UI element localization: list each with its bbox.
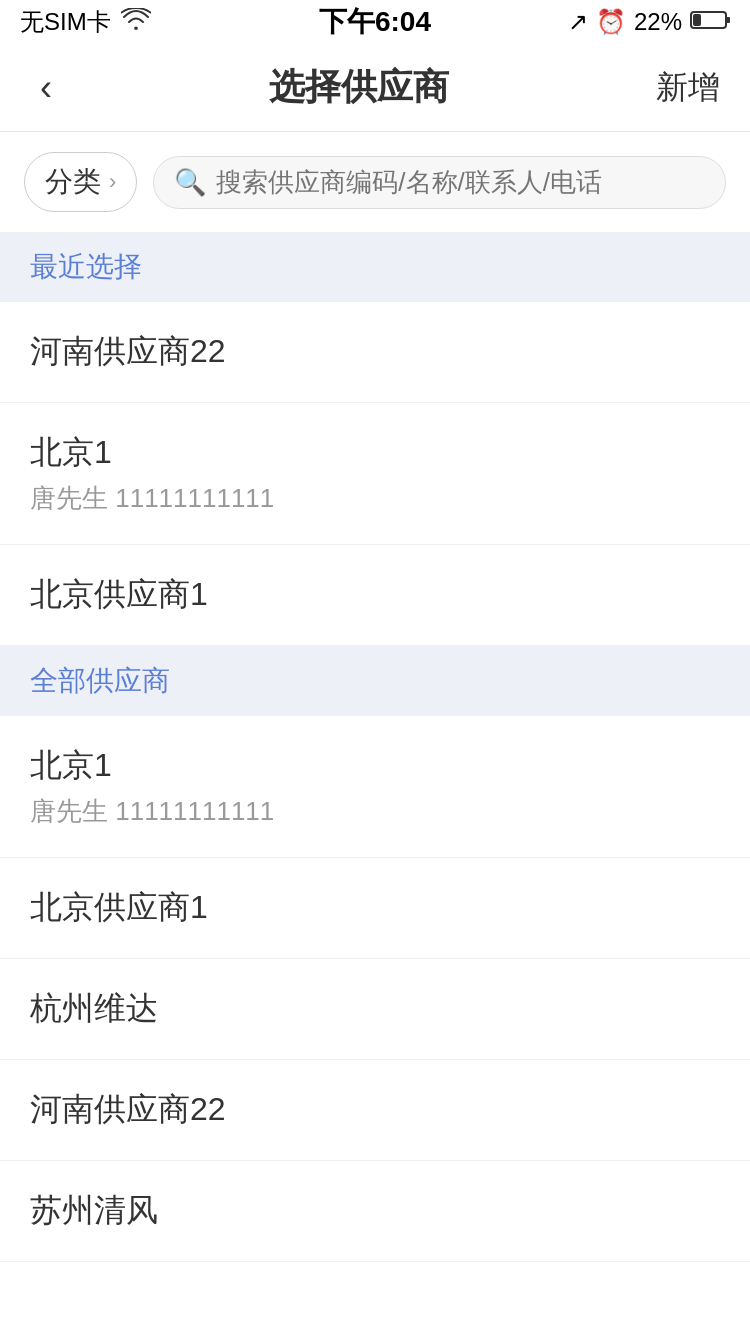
item-sub: 唐先生 11111111111 <box>30 794 720 829</box>
item-name: 北京供应商1 <box>30 573 720 617</box>
list-item[interactable]: 苏州清风 <box>0 1161 750 1262</box>
status-right: ↗ ⏰ 22% <box>568 8 730 36</box>
list-item[interactable]: 北京1 唐先生 11111111111 <box>0 716 750 858</box>
list-item[interactable]: 北京1 唐先生 11111111111 <box>0 403 750 545</box>
list-item[interactable]: 河南供应商22 <box>0 1060 750 1161</box>
item-name: 苏州清风 <box>30 1189 720 1233</box>
category-button[interactable]: 分类 › <box>24 152 137 212</box>
status-time: 下午6:04 <box>319 3 431 41</box>
status-bar: 无SIM卡 下午6:04 ↗ ⏰ 22% <box>0 0 750 44</box>
svg-rect-1 <box>726 17 730 23</box>
sim-status: 无SIM卡 <box>20 6 111 38</box>
item-name: 河南供应商22 <box>30 330 720 374</box>
chevron-right-icon: › <box>109 169 116 195</box>
svg-rect-2 <box>693 14 701 26</box>
search-input[interactable] <box>216 167 705 198</box>
page-title: 选择供应商 <box>269 63 449 112</box>
battery-text: 22% <box>634 8 682 36</box>
item-name: 河南供应商22 <box>30 1088 720 1132</box>
all-section-label: 全部供应商 <box>30 665 170 696</box>
recent-section-label: 最近选择 <box>30 251 142 282</box>
item-name: 北京1 <box>30 744 720 788</box>
list-item[interactable]: 杭州维达 <box>0 959 750 1060</box>
item-name: 杭州维达 <box>30 987 720 1031</box>
search-box: 🔍 <box>153 156 726 209</box>
filter-bar: 分类 › 🔍 <box>0 132 750 232</box>
all-section-header: 全部供应商 <box>0 646 750 716</box>
nav-bar: ‹ 选择供应商 新增 <box>0 44 750 132</box>
all-list: 北京1 唐先生 11111111111 北京供应商1 杭州维达河南供应商22 苏州清风 <box>0 716 750 1262</box>
add-button[interactable]: 新增 <box>656 66 720 110</box>
location-icon: ↗ <box>568 8 588 36</box>
status-left: 无SIM卡 <box>20 6 151 38</box>
list-item[interactable]: 北京供应商1 <box>0 545 750 646</box>
category-label: 分类 <box>45 163 101 201</box>
list-item[interactable]: 河南供应商22 <box>0 302 750 403</box>
recent-list: 河南供应商22 北京1 唐先生 11111111111 北京供应商1 <box>0 302 750 646</box>
battery-icon <box>690 8 730 36</box>
item-sub: 唐先生 11111111111 <box>30 481 720 516</box>
item-name: 北京供应商1 <box>30 886 720 930</box>
search-icon: 🔍 <box>174 167 206 198</box>
list-item[interactable]: 北京供应商1 <box>0 858 750 959</box>
alarm-icon: ⏰ <box>596 8 626 36</box>
item-name: 北京1 <box>30 431 720 475</box>
back-button[interactable]: ‹ <box>30 57 62 119</box>
recent-section-header: 最近选择 <box>0 232 750 302</box>
wifi-icon <box>121 8 151 36</box>
